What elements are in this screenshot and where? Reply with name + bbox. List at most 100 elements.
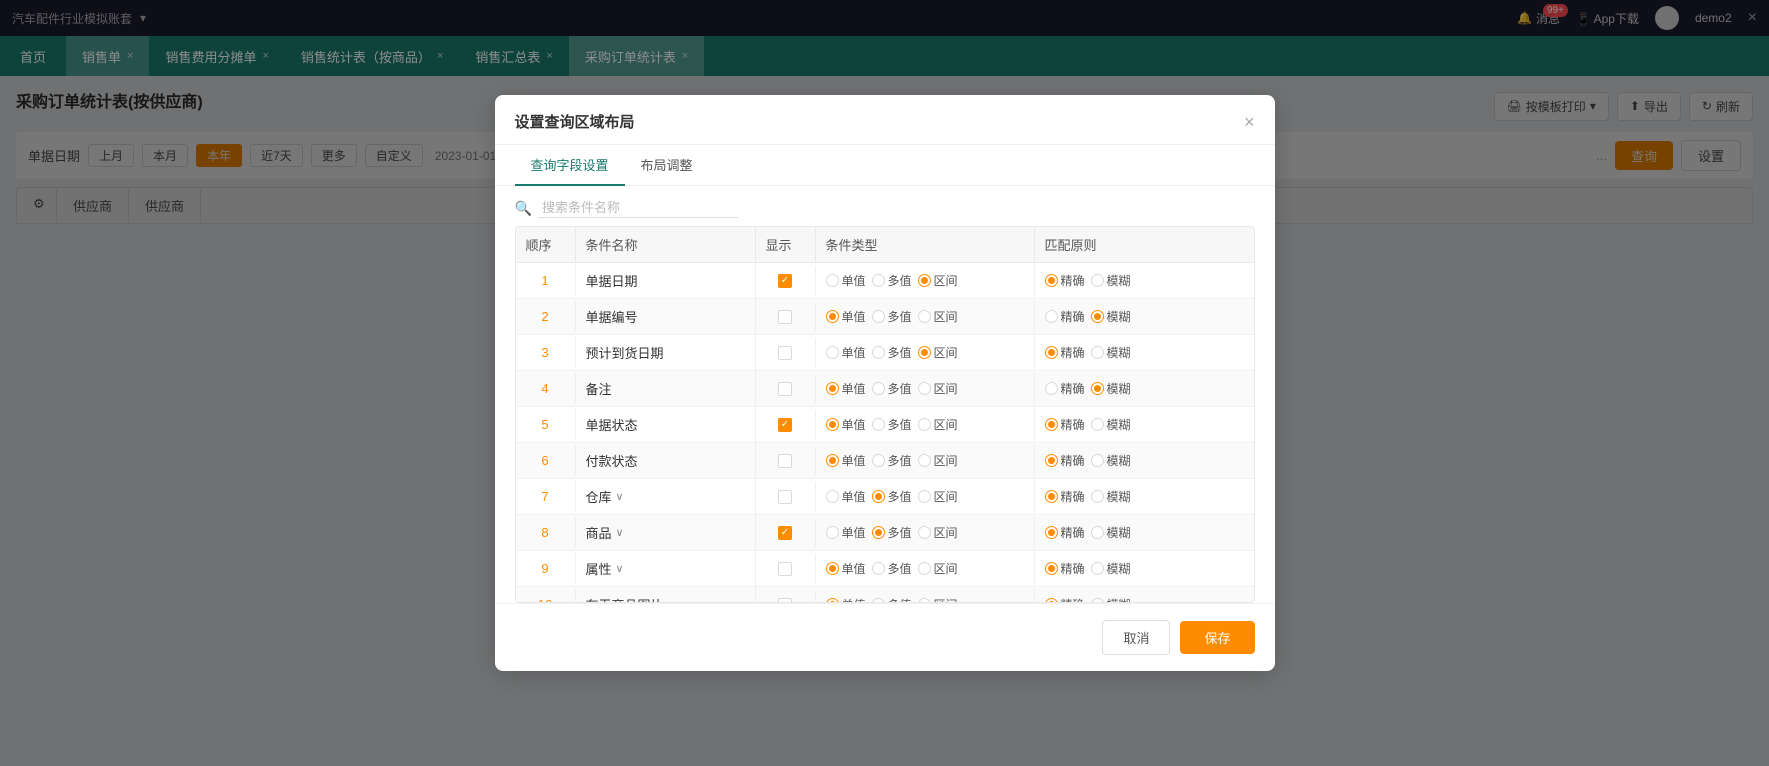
radio-match-item[interactable]: 模糊: [1091, 488, 1131, 505]
display-checkbox[interactable]: [778, 382, 792, 396]
radio-type-btn[interactable]: [918, 274, 931, 287]
radio-type-item[interactable]: 单值: [826, 308, 866, 325]
radio-type-item[interactable]: 多值: [872, 524, 912, 541]
radio-type-item[interactable]: 区间: [918, 272, 958, 289]
radio-match-item[interactable]: 精确: [1045, 596, 1085, 603]
radio-match-item[interactable]: 精确: [1045, 272, 1085, 289]
radio-match-item[interactable]: 模糊: [1091, 596, 1131, 603]
radio-match-btn[interactable]: [1045, 418, 1058, 431]
save-button[interactable]: 保存: [1180, 621, 1254, 654]
dialog-close-button[interactable]: ×: [1244, 113, 1255, 131]
radio-type-btn[interactable]: [872, 274, 885, 287]
expand-icon[interactable]: ∨: [616, 526, 624, 539]
radio-type-btn[interactable]: [872, 526, 885, 539]
radio-type-item[interactable]: 区间: [918, 488, 958, 505]
radio-match-btn[interactable]: [1045, 526, 1058, 539]
display-checkbox[interactable]: [778, 274, 792, 288]
radio-type-btn[interactable]: [826, 346, 839, 359]
radio-type-item[interactable]: 多值: [872, 596, 912, 603]
radio-type-item[interactable]: 单值: [826, 416, 866, 433]
radio-type-btn[interactable]: [872, 418, 885, 431]
display-checkbox[interactable]: [778, 562, 792, 576]
tab-query-fields[interactable]: 查询字段设置: [515, 145, 625, 186]
radio-match-btn[interactable]: [1091, 526, 1104, 539]
radio-match-item[interactable]: 精确: [1045, 560, 1085, 577]
radio-match-item[interactable]: 精确: [1045, 308, 1085, 325]
radio-match-btn[interactable]: [1045, 454, 1058, 467]
radio-type-item[interactable]: 区间: [918, 452, 958, 469]
radio-type-btn[interactable]: [826, 562, 839, 575]
radio-type-btn[interactable]: [918, 490, 931, 503]
radio-type-item[interactable]: 单值: [826, 560, 866, 577]
radio-type-btn[interactable]: [826, 310, 839, 323]
radio-match-item[interactable]: 模糊: [1091, 344, 1131, 361]
radio-type-item[interactable]: 区间: [918, 596, 958, 603]
radio-type-item[interactable]: 多值: [872, 380, 912, 397]
cell-display[interactable]: [756, 554, 816, 584]
radio-type-btn[interactable]: [918, 454, 931, 467]
radio-type-btn[interactable]: [826, 418, 839, 431]
display-checkbox[interactable]: [778, 418, 792, 432]
radio-type-item[interactable]: 多值: [872, 308, 912, 325]
radio-match-item[interactable]: 精确: [1045, 524, 1085, 541]
radio-type-btn[interactable]: [872, 562, 885, 575]
radio-type-item[interactable]: 区间: [918, 524, 958, 541]
radio-match-btn[interactable]: [1091, 346, 1104, 359]
radio-match-item[interactable]: 模糊: [1091, 380, 1131, 397]
radio-type-item[interactable]: 单值: [826, 380, 866, 397]
radio-type-btn[interactable]: [918, 526, 931, 539]
radio-type-item[interactable]: 多值: [872, 272, 912, 289]
radio-match-btn[interactable]: [1091, 490, 1104, 503]
display-checkbox[interactable]: [778, 526, 792, 540]
radio-type-item[interactable]: 单值: [826, 488, 866, 505]
radio-match-item[interactable]: 精确: [1045, 344, 1085, 361]
cancel-button[interactable]: 取消: [1102, 620, 1170, 655]
radio-type-item[interactable]: 多值: [872, 416, 912, 433]
radio-type-btn[interactable]: [826, 454, 839, 467]
radio-match-item[interactable]: 模糊: [1091, 452, 1131, 469]
radio-type-item[interactable]: 多值: [872, 452, 912, 469]
radio-type-btn[interactable]: [872, 346, 885, 359]
radio-type-item[interactable]: 多值: [872, 344, 912, 361]
radio-type-item[interactable]: 多值: [872, 560, 912, 577]
radio-type-item[interactable]: 区间: [918, 560, 958, 577]
cell-display[interactable]: [756, 374, 816, 404]
radio-match-btn[interactable]: [1045, 274, 1058, 287]
cell-display[interactable]: [756, 338, 816, 368]
radio-match-item[interactable]: 模糊: [1091, 524, 1131, 541]
radio-type-item[interactable]: 单值: [826, 596, 866, 603]
radio-type-btn[interactable]: [872, 310, 885, 323]
radio-match-btn[interactable]: [1091, 418, 1104, 431]
radio-type-btn[interactable]: [872, 454, 885, 467]
radio-type-item[interactable]: 区间: [918, 416, 958, 433]
tab-layout[interactable]: 布局调整: [625, 145, 709, 186]
radio-type-item[interactable]: 区间: [918, 380, 958, 397]
cell-display[interactable]: [756, 302, 816, 332]
radio-match-item[interactable]: 精确: [1045, 380, 1085, 397]
radio-match-btn[interactable]: [1091, 274, 1104, 287]
cell-display[interactable]: [756, 446, 816, 476]
radio-match-btn[interactable]: [1091, 382, 1104, 395]
radio-type-item[interactable]: 单值: [826, 344, 866, 361]
radio-match-item[interactable]: 精确: [1045, 452, 1085, 469]
cell-display[interactable]: [756, 410, 816, 440]
cell-display[interactable]: [756, 266, 816, 296]
radio-type-item[interactable]: 单值: [826, 452, 866, 469]
radio-type-item[interactable]: 区间: [918, 344, 958, 361]
radio-type-btn[interactable]: [918, 346, 931, 359]
radio-match-item[interactable]: 模糊: [1091, 308, 1131, 325]
expand-icon[interactable]: ∨: [616, 562, 624, 575]
radio-match-btn[interactable]: [1045, 382, 1058, 395]
cell-display[interactable]: [756, 518, 816, 548]
radio-match-item[interactable]: 模糊: [1091, 416, 1131, 433]
radio-type-btn[interactable]: [826, 490, 839, 503]
radio-type-item[interactable]: 单值: [826, 272, 866, 289]
cell-display[interactable]: [756, 482, 816, 512]
display-checkbox[interactable]: [778, 490, 792, 504]
radio-match-item[interactable]: 精确: [1045, 416, 1085, 433]
search-input[interactable]: [538, 198, 738, 218]
display-checkbox[interactable]: [778, 346, 792, 360]
radio-type-btn[interactable]: [918, 310, 931, 323]
radio-type-item[interactable]: 多值: [872, 488, 912, 505]
radio-match-btn[interactable]: [1091, 310, 1104, 323]
